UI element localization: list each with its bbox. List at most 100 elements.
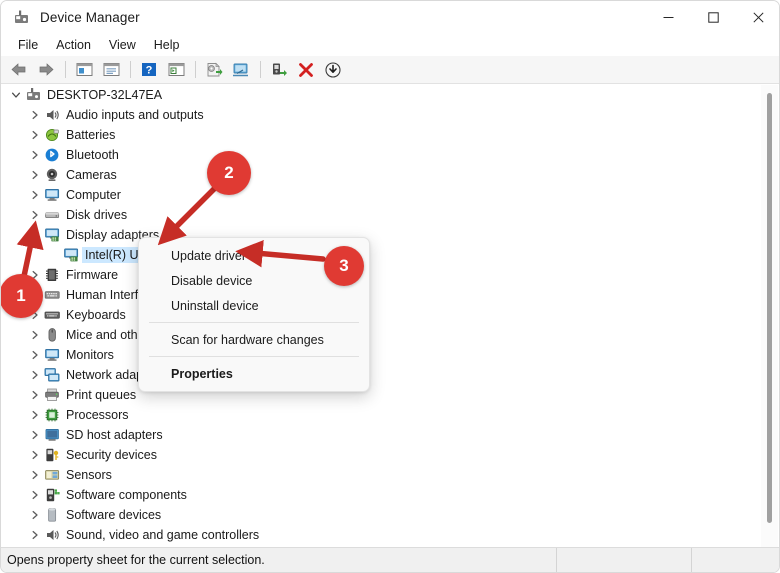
help-icon[interactable]: ?: [136, 58, 162, 82]
tree-item[interactable]: Cameras: [2, 165, 762, 185]
chevron-right-icon[interactable]: [26, 145, 43, 165]
tree-item[interactable]: Audio inputs and outputs: [2, 105, 762, 125]
context-menu-item-properties[interactable]: Properties: [139, 361, 369, 386]
chevron-right-icon[interactable]: [26, 105, 43, 125]
tree-item[interactable]: Software devices: [2, 505, 762, 525]
chevron-right-icon[interactable]: [26, 425, 43, 445]
status-pane-3: [692, 548, 779, 572]
window-controls: [646, 1, 779, 34]
chevron-right-icon[interactable]: [26, 345, 43, 365]
tree-item[interactable]: Keyboards: [2, 305, 762, 325]
tree-item[interactable]: Mice and other pointing devices: [2, 325, 762, 345]
tree-item[interactable]: Batteries: [2, 125, 762, 145]
tree-item[interactable]: SD host adapters: [2, 425, 762, 445]
camera-icon: [43, 166, 61, 184]
tree-item[interactable]: Disk drives: [2, 205, 762, 225]
chevron-right-icon[interactable]: [26, 385, 43, 405]
firmware-icon: [43, 266, 61, 284]
chevron-right-icon[interactable]: [26, 265, 43, 285]
storage-controller-icon: [43, 546, 61, 548]
chevron-right-icon[interactable]: [26, 205, 43, 225]
tree-item-label: Processors: [66, 408, 129, 422]
tree-item[interactable]: Sensors: [2, 465, 762, 485]
chevron-right-icon[interactable]: [26, 325, 43, 345]
display-adapter-icon: [62, 246, 80, 264]
tree-item[interactable]: Print queues: [2, 385, 762, 405]
chevron-right-icon[interactable]: [26, 185, 43, 205]
tree-item-label: Cameras: [66, 168, 117, 182]
chevron-right-icon[interactable]: [26, 465, 43, 485]
context-menu-item-disable-device[interactable]: Disable device: [139, 268, 369, 293]
tree-item-label: Computer: [66, 188, 121, 202]
window-title: Device Manager: [40, 10, 140, 25]
sd-host-adapter-icon: [43, 426, 61, 444]
vertical-scrollbar[interactable]: [761, 85, 778, 548]
title-bar: Device Manager: [1, 1, 779, 34]
chevron-right-icon[interactable]: [26, 505, 43, 525]
toolbar: ?: [1, 56, 779, 84]
chevron-right-icon[interactable]: [26, 305, 43, 325]
context-menu-item-update-driver[interactable]: Update driver: [139, 243, 369, 268]
status-pane-2: [557, 548, 692, 572]
speaker-icon: [43, 106, 61, 124]
chevron-right-icon[interactable]: [26, 405, 43, 425]
tree-item[interactable]: Monitors: [2, 345, 762, 365]
chevron-right-icon[interactable]: [26, 365, 43, 385]
hid-icon: [43, 286, 61, 304]
chevron-right-icon[interactable]: [26, 285, 43, 305]
context-menu-item-uninstall-device[interactable]: Uninstall device: [139, 293, 369, 318]
monitor-icon: [43, 186, 61, 204]
scrollbar-thumb[interactable]: [767, 93, 772, 523]
tree-item-label: SD host adapters: [66, 428, 163, 442]
tree-item[interactable]: Human Interface Devices: [2, 285, 762, 305]
tree-item-label: Disk drives: [66, 208, 128, 222]
update-driver-icon[interactable]: [201, 58, 227, 82]
tree-item[interactable]: Intel(R) UHD Graphics: [2, 245, 762, 265]
scan-for-hardware-changes-icon[interactable]: [228, 58, 254, 82]
tree-item[interactable]: DESKTOP-32L47EA: [2, 85, 762, 105]
maximize-button[interactable]: [691, 1, 736, 34]
forward-icon[interactable]: [33, 58, 59, 82]
minimize-button[interactable]: [646, 1, 691, 34]
enable-device-icon[interactable]: [266, 58, 292, 82]
tree-item[interactable]: Computer: [2, 185, 762, 205]
tree-item[interactable]: Software components: [2, 485, 762, 505]
chevron-right-icon[interactable]: [26, 445, 43, 465]
software-component-icon: [43, 486, 61, 504]
chevron-right-icon[interactable]: [26, 125, 43, 145]
chevron-right-icon[interactable]: [26, 165, 43, 185]
context-menu[interactable]: Update driver Disable device Uninstall dev…: [138, 237, 370, 392]
device-tree[interactable]: DESKTOP-32L47EA Audio inputs and outputs…: [2, 85, 762, 548]
context-menu-separator: [149, 322, 359, 323]
close-button[interactable]: [736, 1, 779, 34]
printer-icon: [43, 386, 61, 404]
keyboard-icon: [43, 306, 61, 324]
chevron-down-icon[interactable]: [7, 85, 24, 105]
uninstall-device-icon[interactable]: [293, 58, 319, 82]
tree-item[interactable]: Firmware: [2, 265, 762, 285]
tree-item[interactable]: Security devices: [2, 445, 762, 465]
properties-panel-icon[interactable]: [98, 58, 124, 82]
tree-item[interactable]: Processors: [2, 405, 762, 425]
computer-root-icon: [24, 86, 42, 104]
back-icon[interactable]: [6, 58, 32, 82]
context-menu-item-scan-for-hardware-changes[interactable]: Scan for hardware changes: [139, 327, 369, 352]
software-device-icon: [43, 506, 61, 524]
menu-help[interactable]: Help: [145, 36, 189, 54]
menu-action[interactable]: Action: [47, 36, 100, 54]
chevron-right-icon[interactable]: [26, 545, 43, 548]
chevron-right-icon[interactable]: [26, 485, 43, 505]
chevron-down-icon[interactable]: [26, 225, 43, 245]
display-adapter-icon: [43, 226, 61, 244]
show-hide-console-tree-icon[interactable]: [71, 58, 97, 82]
tree-item[interactable]: Sound, video and game controllers: [2, 525, 762, 545]
tree-item[interactable]: Display adapters: [2, 225, 762, 245]
download-icon[interactable]: [320, 58, 346, 82]
chevron-right-icon[interactable]: [26, 525, 43, 545]
show-hidden-devices-icon[interactable]: [163, 58, 189, 82]
menu-view[interactable]: View: [100, 36, 145, 54]
tree-item[interactable]: Bluetooth: [2, 145, 762, 165]
tree-item[interactable]: Network adapters: [2, 365, 762, 385]
tree-item-label: Firmware: [66, 268, 119, 282]
menu-file[interactable]: File: [9, 36, 47, 54]
